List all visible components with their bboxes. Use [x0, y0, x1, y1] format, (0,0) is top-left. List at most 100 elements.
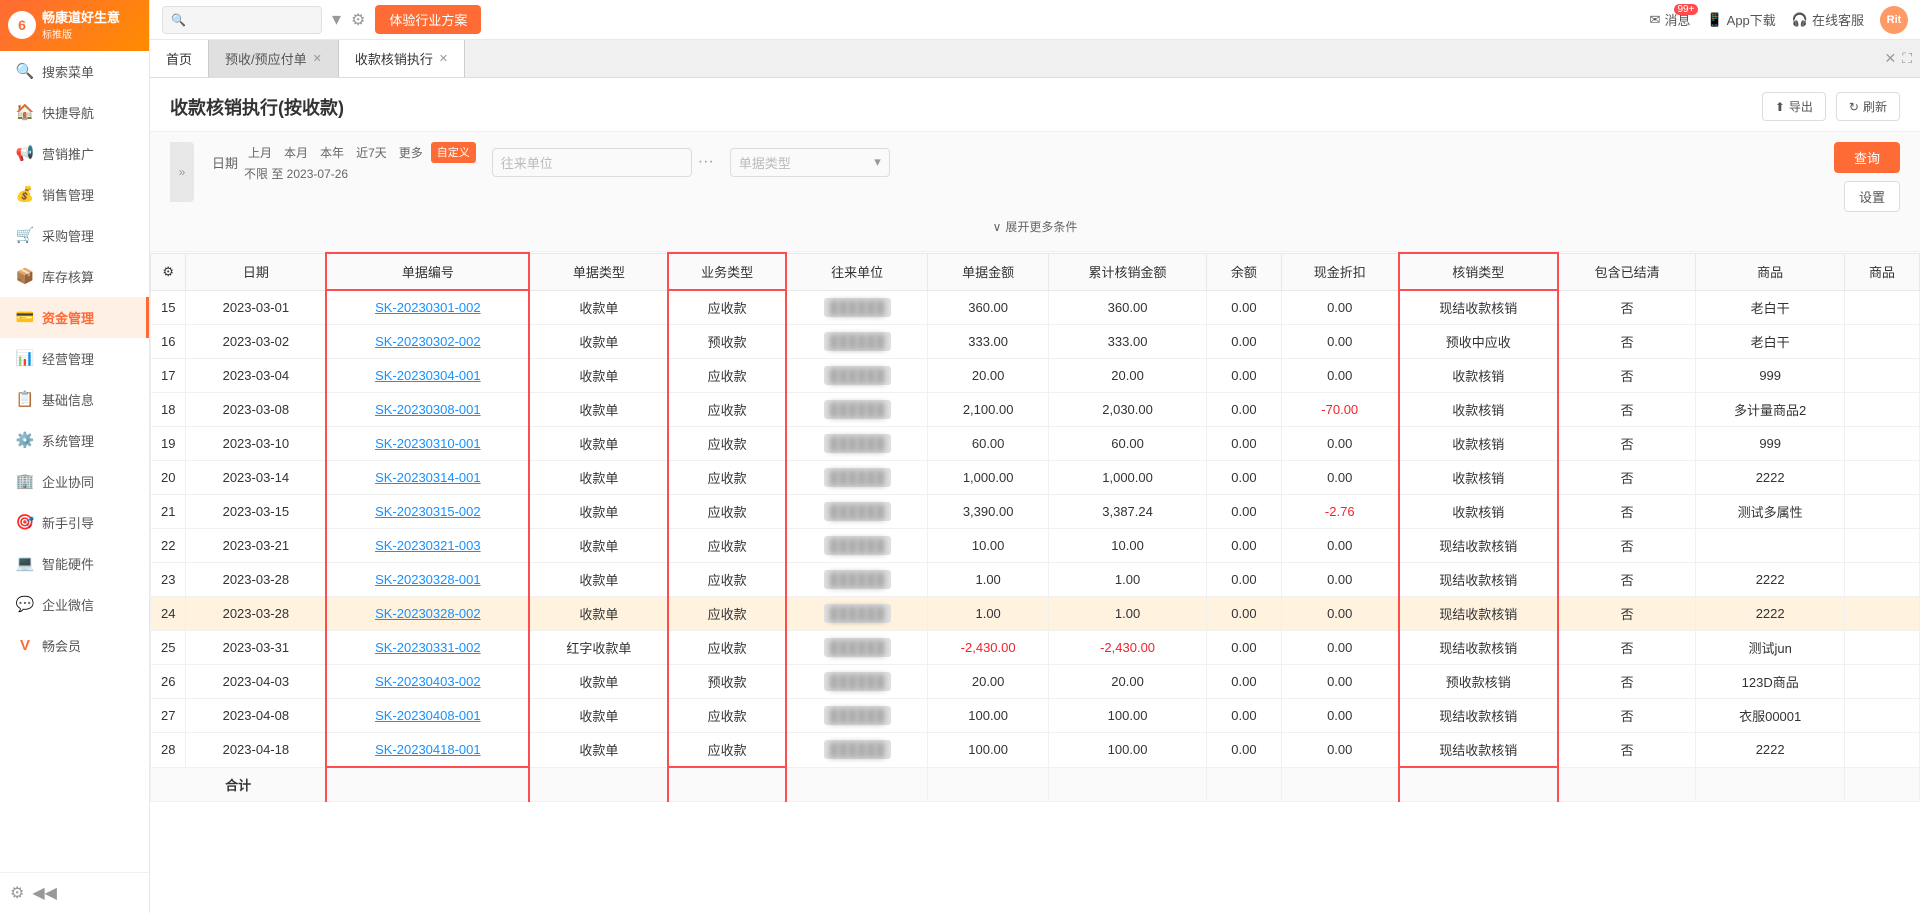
col-doc-no[interactable]: 单据编号 [326, 253, 529, 290]
gear-icon[interactable]: ⚙ [351, 10, 365, 30]
date-more[interactable]: 更多 [395, 142, 427, 163]
cell-doc-no: SK-20230328-002 [326, 597, 529, 631]
app-download-button[interactable]: 📱 App下载 [1706, 10, 1775, 29]
col-date[interactable]: 日期 [186, 253, 326, 290]
collapse-icon[interactable]: ◀◀ [32, 883, 57, 903]
online-service-button[interactable]: 🎧 在线客服 [1792, 10, 1864, 29]
settings-bottom-icon[interactable]: ⚙ [10, 883, 24, 903]
sidebar-item-guide[interactable]: 🎯 新手引导 [0, 502, 149, 543]
cell-verify-type: 预收款核销 [1399, 665, 1558, 699]
sidebar-item-capital[interactable]: 💳 资金管理 [0, 297, 149, 338]
doc-no-link[interactable]: SK-20230314-001 [375, 470, 481, 485]
date-last-month[interactable]: 上月 [244, 142, 276, 163]
capital-icon: 💳 [16, 308, 34, 326]
query-button[interactable]: 查询 [1834, 142, 1900, 173]
counterparty-input[interactable]: 往来单位 [492, 148, 692, 177]
cell-goods2 [1844, 461, 1919, 495]
sidebar-item-purchase[interactable]: 🛒 采购管理 [0, 215, 149, 256]
tab-prepay[interactable]: 预收/预应付单 ✕ [209, 40, 339, 77]
sidebar-item-system[interactable]: ⚙️ 系统管理 [0, 420, 149, 461]
table-wrapper[interactable]: ⚙ 日期 单据编号 单据类型 业务类型 往来单位 单据金额 累计核销金额 余额 … [150, 252, 1920, 913]
doc-no-link[interactable]: SK-20230310-001 [375, 436, 481, 451]
col-partner[interactable]: 往来单位 [786, 253, 927, 290]
sidebar-item-wechat[interactable]: 💬 企业微信 [0, 584, 149, 625]
doc-no-link[interactable]: SK-20230321-003 [375, 538, 481, 553]
cell-biz-type: 预收款 [668, 665, 786, 699]
sidebar-item-basic[interactable]: 📋 基础信息 [0, 379, 149, 420]
col-doc-type[interactable]: 单据类型 [529, 253, 668, 290]
tab-prepay-label: 预收/预应付单 [225, 49, 307, 68]
filter-dots[interactable]: ··· [698, 153, 714, 171]
sidebar-item-sales[interactable]: 💰 销售管理 [0, 174, 149, 215]
sidebar-item-enterprise[interactable]: 🏢 企业协同 [0, 461, 149, 502]
date-this-year[interactable]: 本年 [316, 142, 348, 163]
col-discount[interactable]: 现金折扣 [1281, 253, 1398, 290]
col-goods2[interactable]: 商品 [1844, 253, 1919, 290]
page-header-actions: ⬆ 导出 ↻ 刷新 [1762, 92, 1900, 121]
voucher-type-select[interactable]: 单据类型 ▾ [730, 148, 890, 177]
col-goods1[interactable]: 商品 [1696, 253, 1845, 290]
sidebar-item-operation[interactable]: 📊 经营管理 [0, 338, 149, 379]
doc-no-link[interactable]: SK-20230331-002 [375, 640, 481, 655]
sidebar-item-quick[interactable]: 🏠 快捷导航 [0, 92, 149, 133]
export-label: 导出 [1789, 98, 1813, 115]
col-settled[interactable]: 包含已结清 [1558, 253, 1696, 290]
doc-no-link[interactable]: SK-20230315-002 [375, 504, 481, 519]
close-tab-icon[interactable]: ✕ [1884, 50, 1896, 67]
avatar[interactable]: Rit [1880, 6, 1908, 34]
cell-no: 15 [151, 290, 186, 325]
cell-date: 2023-04-18 [186, 733, 326, 768]
cell-biz-type: 应收款 [668, 529, 786, 563]
doc-no-link[interactable]: SK-20230304-001 [375, 368, 481, 383]
tab-prepay-close[interactable]: ✕ [313, 52, 322, 65]
table-row: 22 2023-03-21 SK-20230321-003 收款单 应收款 ██… [151, 529, 1920, 563]
refresh-button[interactable]: ↻ 刷新 [1836, 92, 1900, 121]
col-verify-type[interactable]: 核销类型 [1399, 253, 1558, 290]
cell-partner: ██████ [786, 495, 927, 529]
tab-verification-close[interactable]: ✕ [439, 52, 448, 65]
date-7days[interactable]: 近7天 [352, 142, 391, 163]
col-biz-type[interactable]: 业务类型 [668, 253, 786, 290]
cell-biz-type: 应收款 [668, 461, 786, 495]
system-icon: ⚙️ [16, 431, 34, 449]
solution-button[interactable]: 体验行业方案 [375, 5, 481, 34]
doc-no-link[interactable]: SK-20230418-001 [375, 742, 481, 757]
doc-no-link[interactable]: SK-20230301-002 [375, 300, 481, 315]
cell-goods1: 2222 [1696, 461, 1845, 495]
cell-no: 28 [151, 733, 186, 768]
doc-no-link[interactable]: SK-20230308-001 [375, 402, 481, 417]
cell-amount: 333.00 [928, 325, 1049, 359]
sidebar-item-marketing[interactable]: 📢 营销推广 [0, 133, 149, 174]
sidebar-item-hardware[interactable]: 💻 智能硬件 [0, 543, 149, 584]
tab-home[interactable]: 首页 [150, 40, 209, 77]
cell-verify-type: 预收中应收 [1399, 325, 1558, 359]
notification-button[interactable]: ✉ 消息 99+ [1650, 10, 1691, 29]
date-this-month[interactable]: 本月 [280, 142, 312, 163]
doc-no-link[interactable]: SK-20230302-002 [375, 334, 481, 349]
date-custom[interactable]: 自定义 [431, 142, 476, 163]
col-amount[interactable]: 单据金额 [928, 253, 1049, 290]
filter-settings-button[interactable]: 设置 [1844, 181, 1900, 212]
doc-no-link[interactable]: SK-20230328-002 [375, 606, 481, 621]
cell-verified: 3,387.24 [1049, 495, 1207, 529]
cell-amount: 60.00 [928, 427, 1049, 461]
sidebar-item-inventory[interactable]: 📦 库存核算 [0, 256, 149, 297]
cell-date: 2023-04-03 [186, 665, 326, 699]
cell-discount: 0.00 [1281, 427, 1398, 461]
sidebar-item-search[interactable]: 🔍 搜索菜单 [0, 51, 149, 92]
sidebar-item-member[interactable]: V 畅会员 [0, 625, 149, 666]
expand-tab-icon[interactable]: ⛶ [1902, 50, 1912, 67]
col-verified[interactable]: 累计核销金额 [1049, 253, 1207, 290]
cell-doc-type: 收款单 [529, 699, 668, 733]
col-balance[interactable]: 余额 [1206, 253, 1281, 290]
doc-no-link[interactable]: SK-20230403-002 [375, 674, 481, 689]
doc-no-link[interactable]: SK-20230328-001 [375, 572, 481, 587]
filter-collapse-btn[interactable]: » [170, 142, 194, 202]
col-settings[interactable]: ⚙ [151, 253, 186, 290]
doc-no-link[interactable]: SK-20230408-001 [375, 708, 481, 723]
export-button[interactable]: ⬆ 导出 [1762, 92, 1826, 121]
expand-bar[interactable]: ∨ 展开更多条件 [170, 212, 1900, 241]
tab-verification[interactable]: 收款核销执行 ✕ [339, 40, 465, 77]
chevron-down-icon[interactable]: ▾ [332, 9, 341, 30]
topbar-search[interactable]: 🔍 [162, 6, 322, 34]
